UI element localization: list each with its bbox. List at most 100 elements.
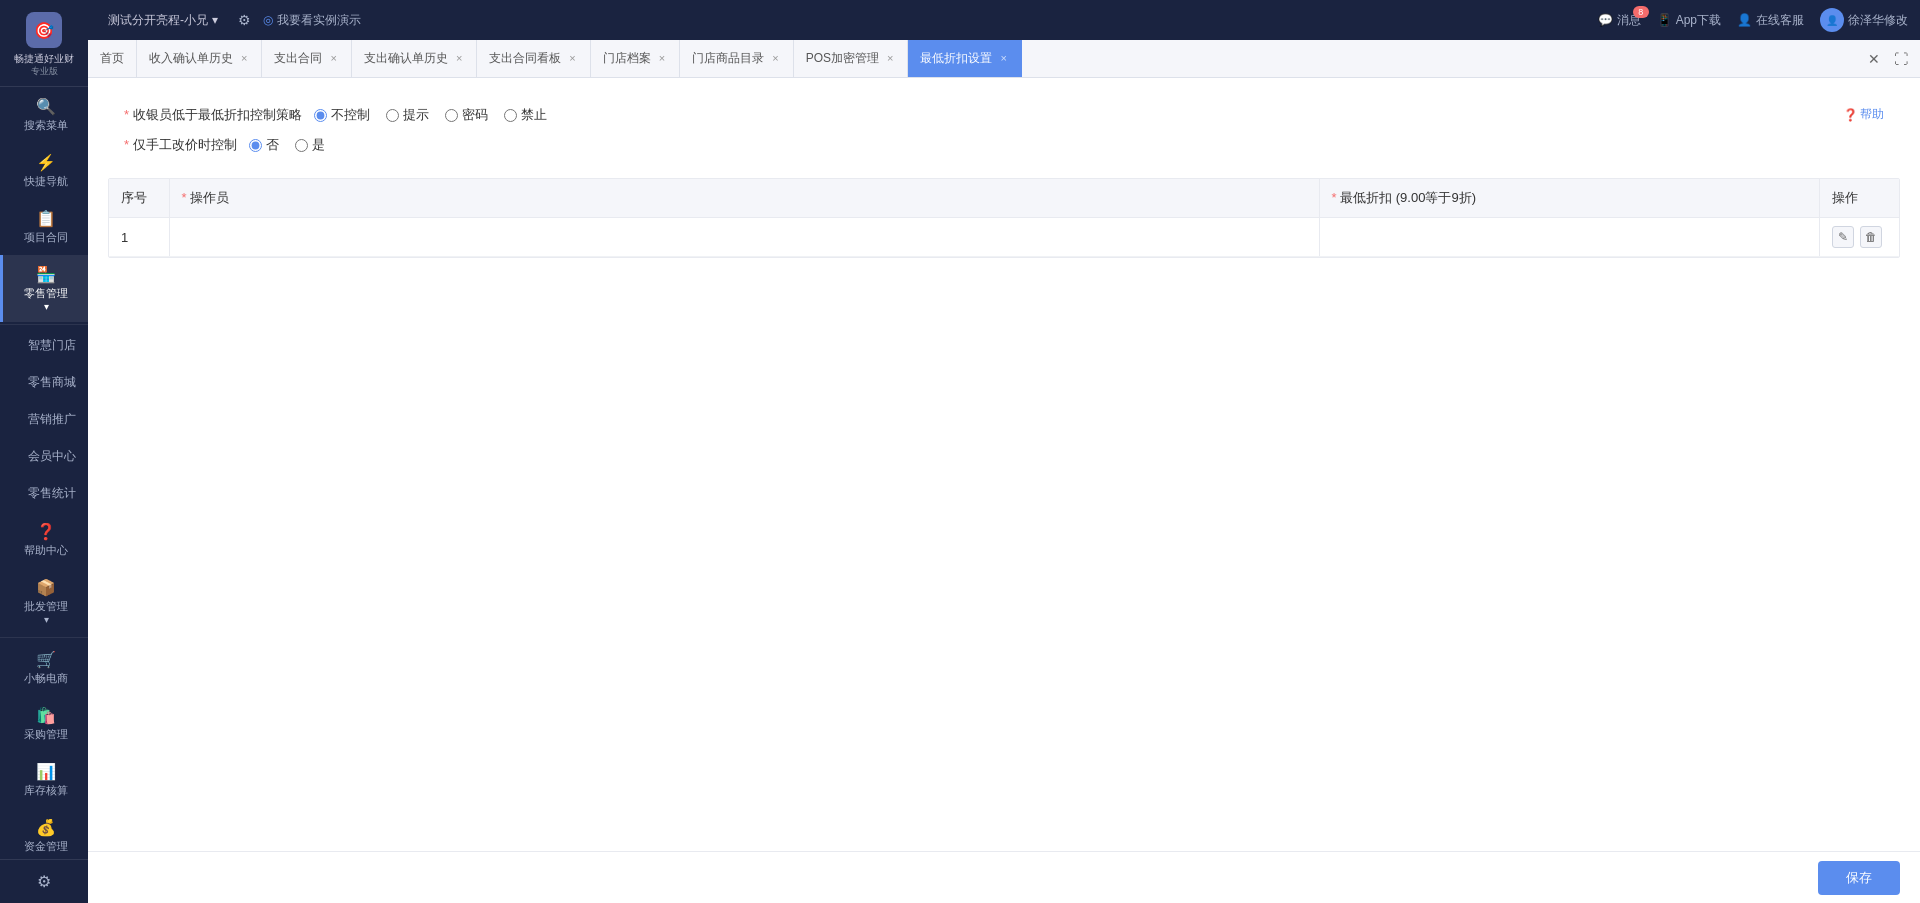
sidebar-bottom: ⚙ [0, 859, 88, 903]
sidebar-item-shortcuts[interactable]: ⚡快捷导航 [0, 143, 88, 199]
sidebar-icon: 📦 [36, 578, 56, 597]
sidebar-item-inventory[interactable]: 📊库存核算 [0, 752, 88, 808]
cell-action: ✎ 🗑 [1819, 218, 1899, 257]
policy-forbidden[interactable]: 禁止 [504, 106, 547, 124]
tab-label: POS加密管理 [806, 50, 879, 67]
sidebar-item-help[interactable]: ❓ 帮助中心 [0, 512, 88, 568]
sidebar-item-marketing[interactable]: 营销推广 [0, 401, 88, 438]
policy-password-radio[interactable] [445, 109, 458, 122]
tab-controls: ✕ ⛶ [1856, 40, 1920, 77]
table-row: 1 ✎ 🗑 [109, 218, 1899, 257]
sidebar-item-purchase[interactable]: 🛍️采购管理 [0, 696, 88, 752]
sidebar-icon: ⚡ [36, 153, 56, 172]
tab-payment-confirm[interactable]: 支出确认单历史× [352, 40, 477, 77]
policy-forbidden-radio[interactable] [504, 109, 517, 122]
sidebar-label: 帮助中心 [24, 543, 68, 558]
sidebar-icon: 🔍 [36, 97, 56, 116]
messages-btn[interactable]: 💬 消息 8 [1598, 12, 1641, 29]
sidebar-item-online-mall[interactable]: 零售商城 [0, 364, 88, 401]
sidebar-item-members[interactable]: 会员中心 [0, 438, 88, 475]
app-icon: 📱 [1657, 13, 1672, 27]
demo-icon: ◎ [263, 13, 273, 27]
tab-label: 首页 [100, 50, 124, 67]
cell-discount[interactable] [1319, 218, 1819, 257]
policy-no-control[interactable]: 不控制 [314, 106, 370, 124]
support-btn[interactable]: 👤 在线客服 [1737, 12, 1804, 29]
manual-yes-radio[interactable] [295, 139, 308, 152]
sidebar-icon: 🛒 [36, 650, 56, 669]
sidebar-label: 项目合同 [24, 230, 68, 245]
delete-row-btn[interactable]: 🗑 [1860, 226, 1882, 248]
tab-close-icon[interactable]: × [657, 52, 667, 65]
help-button[interactable]: ❓ 帮助 [1843, 106, 1884, 123]
tab-pos-password[interactable]: POS加密管理 × [794, 40, 909, 77]
project-selector[interactable]: 测试分开亮程-小兄 ▾ [100, 8, 226, 33]
sidebar-menu: 🔍 搜索菜单 ⚡快捷导航📋项目合同🏪零售管理▾ 智慧门店零售商城营销推广会员中心零售统… [0, 87, 88, 859]
footer-bar: 保存 [88, 851, 1920, 903]
logo-icon: 🎯 [26, 12, 62, 48]
sidebar-icon: ❓ [36, 522, 56, 541]
cell-index: 1 [109, 218, 169, 257]
page-content: ❓ 帮助 收银员低于最低折扣控制策略 不控制 提示 [88, 78, 1920, 851]
tab-min-discount[interactable]: 最低折扣设置 × [908, 40, 1021, 77]
messages-badge: 8 [1633, 6, 1649, 18]
settings-icon[interactable]: ⚙ [37, 872, 51, 891]
sidebar-divider [0, 637, 88, 638]
tab-label: 支出合同 [274, 50, 322, 67]
sidebar-item-finance[interactable]: 💰资金管理 [0, 808, 88, 859]
table-header: 序号 操作员 最低折扣 (9.00等于9折) 操作 [109, 179, 1899, 218]
sidebar-item-wholesale[interactable]: 📦批发管理▾ [0, 568, 88, 635]
tab-income-confirm[interactable]: 收入确认单历史× [137, 40, 262, 77]
sidebar-sub-label: 智慧门店 [28, 337, 76, 354]
policy-no-control-label: 不控制 [331, 106, 370, 124]
policy-prompt[interactable]: 提示 [386, 106, 429, 124]
tab-payment-view[interactable]: 支出合同看板× [477, 40, 590, 77]
tab-store-products[interactable]: 门店商品目录× [680, 40, 793, 77]
sidebar-item-ecommerce[interactable]: 🛒小畅电商 [0, 640, 88, 696]
sidebar-sub-label: 会员中心 [28, 448, 76, 465]
tab-close-icon[interactable]: × [998, 52, 1008, 65]
topbar-right: 💬 消息 8 📱 App下载 👤 在线客服 👤 徐泽华修改 [1598, 8, 1908, 32]
manual-no[interactable]: 否 [249, 136, 279, 154]
tab-close-icon[interactable]: × [454, 52, 464, 65]
app-label: App下载 [1676, 12, 1721, 29]
table-body: 1 ✎ 🗑 [109, 218, 1899, 257]
app-download-btn[interactable]: 📱 App下载 [1657, 12, 1721, 29]
policy-password[interactable]: 密码 [445, 106, 488, 124]
sidebar-item-projects[interactable]: 📋项目合同 [0, 199, 88, 255]
tab-payment-contract[interactable]: 支出合同 × [262, 40, 351, 77]
policy-prompt-radio[interactable] [386, 109, 399, 122]
topbar-settings-icon[interactable]: ⚙ [238, 12, 251, 28]
top-bar: 测试分开亮程-小兄 ▾ ⚙ ◎ 我要看实例演示 💬 消息 8 📱 App下载 👤… [88, 0, 1920, 40]
manual-yes-label: 是 [312, 136, 325, 154]
user-menu[interactable]: 👤 徐泽华修改 [1820, 8, 1908, 32]
tab-close-icon[interactable]: × [770, 52, 780, 65]
sidebar-item-search[interactable]: 🔍 搜索菜单 [0, 87, 88, 143]
tab-close-icon[interactable]: × [567, 52, 577, 65]
sidebar-label: 搜索菜单 [24, 118, 68, 133]
tab-close-icon[interactable]: × [239, 52, 249, 65]
tab-label: 门店档案 [603, 50, 651, 67]
sidebar-item-smart-store[interactable]: 智慧门店 [0, 327, 88, 364]
edit-row-btn[interactable]: ✎ [1832, 226, 1854, 248]
tab-label: 最低折扣设置 [920, 50, 992, 67]
maximize-btn[interactable]: ⛶ [1890, 49, 1912, 69]
sidebar-label: 库存核算 [24, 783, 68, 798]
save-button[interactable]: 保存 [1818, 861, 1900, 895]
sidebar-item-retail[interactable]: 🏪零售管理▾ [0, 255, 88, 322]
tab-close-icon[interactable]: × [885, 52, 895, 65]
tab-home[interactable]: 首页 [88, 40, 137, 77]
close-tab-btn[interactable]: ✕ [1864, 49, 1884, 69]
manual-no-radio[interactable] [249, 139, 262, 152]
avatar: 👤 [1820, 8, 1844, 32]
tab-store-files[interactable]: 门店档案 × [591, 40, 680, 77]
sidebar-item-stats[interactable]: 零售统计 [0, 475, 88, 512]
demo-link[interactable]: ◎ 我要看实例演示 [263, 12, 361, 29]
manual-yes[interactable]: 是 [295, 136, 325, 154]
policy-no-control-radio[interactable] [314, 109, 327, 122]
table-wrapper: 序号 操作员 最低折扣 (9.00等于9折) 操作 1 [108, 178, 1900, 258]
tab-close-icon[interactable]: × [328, 52, 338, 65]
cell-operator[interactable] [169, 218, 1319, 257]
row-actions: ✎ 🗑 [1832, 226, 1888, 248]
logo-text: 畅捷通好业财 [14, 52, 74, 65]
